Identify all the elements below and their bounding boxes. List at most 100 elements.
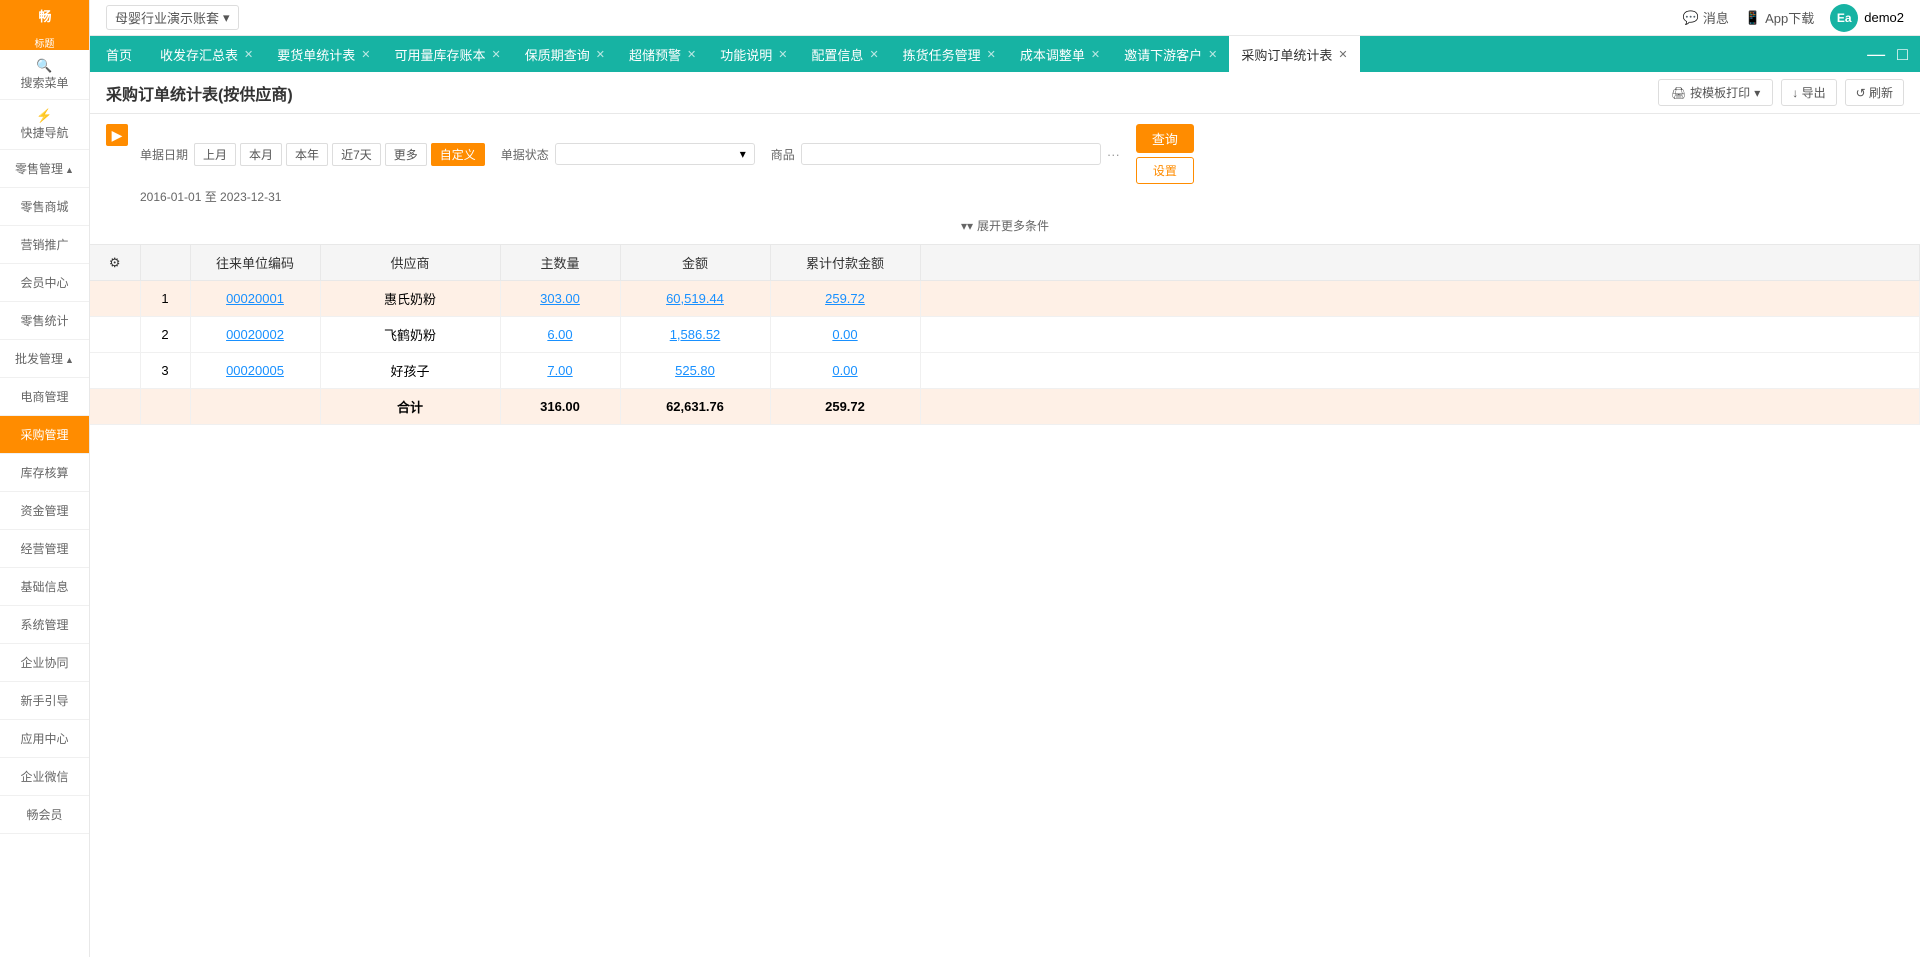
sidebar-search[interactable]: 🔍 搜索菜单 <box>0 50 89 100</box>
export-button[interactable]: ↓ 导出 <box>1781 79 1836 106</box>
message-icon: 💬 <box>1683 10 1699 26</box>
col-seq-header <box>140 245 190 281</box>
tab-close-icon[interactable]: ✕ <box>244 48 253 61</box>
row-empty-cell <box>920 353 1920 389</box>
row-code-cell[interactable]: 00020001 <box>190 281 320 317</box>
message-button[interactable]: 💬 消息 <box>1683 8 1729 27</box>
search-actions: 查询 设置 <box>1136 124 1194 184</box>
sidebar-item-enterprise[interactable]: 企业协同 <box>0 644 89 682</box>
tab-overstock[interactable]: 超储预警✕ <box>617 36 708 72</box>
sidebar-item-basic-info[interactable]: 基础信息 <box>0 568 89 606</box>
sidebar-item-retail-mall[interactable]: 零售商城 <box>0 188 89 226</box>
row-code-cell[interactable]: 00020002 <box>190 317 320 353</box>
tab-expiry[interactable]: 保质期查询✕ <box>513 36 617 72</box>
tab-close-icon[interactable]: ✕ <box>778 48 787 61</box>
tab-requisition[interactable]: 要货单统计表✕ <box>265 36 382 72</box>
tab-close-icon[interactable]: ✕ <box>1208 48 1217 61</box>
row-code-cell[interactable]: 00020005 <box>190 353 320 389</box>
date-this-month[interactable]: 本月 <box>240 143 282 166</box>
row-paid-cell[interactable]: 259.72 <box>770 281 920 317</box>
sidebar-item-retail-stats[interactable]: 零售统计 <box>0 302 89 340</box>
expand-filter-button[interactable]: ▶ <box>106 124 128 146</box>
sidebar-item-ecommerce[interactable]: 电商管理 <box>0 378 89 416</box>
tab-home[interactable]: 首页 <box>90 36 148 72</box>
sidebar-item-purchase-mgmt[interactable]: 采购管理 <box>0 416 89 454</box>
row-settings-cell <box>90 317 140 353</box>
sidebar-item-inventory[interactable]: 库存核算 <box>0 454 89 492</box>
table-container: ⚙ 往来单位编码 供应商 主数量 金额 累计付款金额 1 00020001 惠氏… <box>90 245 1920 957</box>
tab-picking[interactable]: 拣货任务管理✕ <box>891 36 1008 72</box>
goods-input[interactable] <box>801 143 1101 165</box>
sidebar-item-marketing[interactable]: 营销推广 <box>0 226 89 264</box>
sidebar-item-new-guide[interactable]: 新手引导 <box>0 682 89 720</box>
date-range-display: 2016-01-01 至 2023-12-31 <box>140 188 1904 205</box>
tab-label: 收发存汇总表 <box>160 45 238 64</box>
sidebar-label: 企业微信 <box>20 770 68 784</box>
goods-more-icon[interactable]: ··· <box>1107 147 1120 162</box>
template-print-button[interactable]: 🖨 按模板打印 ▾ <box>1658 79 1773 106</box>
message-label: 消息 <box>1703 8 1729 27</box>
tab-cost[interactable]: 成本调整单 ✕ <box>1008 36 1112 72</box>
tab-close-icon[interactable]: ✕ <box>1338 48 1347 61</box>
tab-close-icon[interactable]: ✕ <box>687 48 696 61</box>
date-last-7days[interactable]: 近7天 <box>332 143 381 166</box>
date-this-year[interactable]: 本年 <box>286 143 328 166</box>
search-button[interactable]: 查询 <box>1136 124 1194 153</box>
col-amount-header: 金额 <box>620 245 770 281</box>
sidebar-item-wholesale-mgmt[interactable]: 批发管理▲ <box>0 340 89 378</box>
date-custom[interactable]: 自定义 <box>431 143 485 166</box>
tab-label: 成本调整单 <box>1020 45 1085 64</box>
date-last-month[interactable]: 上月 <box>194 143 236 166</box>
sidebar-item-operations[interactable]: 经营管理 <box>0 530 89 568</box>
tab-help[interactable]: 功能说明✕ <box>708 36 799 72</box>
sidebar-item-system[interactable]: 系统管理 <box>0 606 89 644</box>
sidebar-item-finance[interactable]: 资金管理 <box>0 492 89 530</box>
row-paid-cell[interactable]: 0.00 <box>770 317 920 353</box>
expand-more-conditions[interactable]: ▾▾ 展开更多条件 <box>961 217 1049 234</box>
sidebar-item-member-center[interactable]: 会员中心 <box>0 264 89 302</box>
expand-down-icon: ▾▾ <box>961 219 973 233</box>
tab-close-icon[interactable]: ✕ <box>1091 48 1100 61</box>
row-qty-cell[interactable]: 303.00 <box>500 281 620 317</box>
workspace-selector[interactable]: 母婴行业演示账套 ▾ <box>106 5 239 30</box>
row-seq-cell: 3 <box>140 353 190 389</box>
row-amount-cell[interactable]: 1,586.52 <box>620 317 770 353</box>
refresh-button[interactable]: ↺ 刷新 <box>1845 79 1904 106</box>
export-icon: ↓ <box>1792 86 1798 100</box>
row-supplier-cell: 飞鹤奶粉 <box>320 317 500 353</box>
date-more[interactable]: 更多 <box>385 143 427 166</box>
maximize-icon[interactable]: □ <box>1893 44 1912 65</box>
row-amount-cell[interactable]: 525.80 <box>620 353 770 389</box>
sidebar-item-retail-mgmt[interactable]: 零售管理▲ <box>0 150 89 188</box>
settings-button[interactable]: 设置 <box>1136 157 1194 184</box>
user-profile[interactable]: Ea demo2 <box>1830 4 1904 32</box>
minimize-icon[interactable]: — <box>1863 44 1889 65</box>
tab-close-icon[interactable]: ✕ <box>987 48 996 61</box>
row-paid-cell[interactable]: 0.00 <box>770 353 920 389</box>
tab-invite[interactable]: 邀请下游客户✕ <box>1112 36 1229 72</box>
tab-close-icon[interactable]: ✕ <box>596 48 605 61</box>
row-qty-cell[interactable]: 6.00 <box>500 317 620 353</box>
tab-config[interactable]: 配置信息 ✕ <box>799 36 890 72</box>
tab-receive[interactable]: 收发存汇总表 ✕ <box>148 36 265 72</box>
tab-label: 配置信息 <box>811 45 863 64</box>
app-logo[interactable]: 畅 标题 <box>0 0 89 50</box>
header-actions: 🖨 按模板打印 ▾ ↓ 导出 ↺ 刷新 <box>1658 79 1904 106</box>
row-qty-cell[interactable]: 7.00 <box>500 353 620 389</box>
col-settings-header[interactable]: ⚙ <box>90 245 140 281</box>
sidebar-quicknav[interactable]: ⚡ 快捷导航 <box>0 100 89 150</box>
sidebar-label: 系统管理 <box>20 618 68 632</box>
sidebar-item-vip[interactable]: 畅会员 <box>0 796 89 834</box>
tab-purchase[interactable]: 采购订单统计表✕ <box>1229 36 1359 72</box>
sidebar-item-enterprise-wx[interactable]: 企业微信 <box>0 758 89 796</box>
tab-close-icon[interactable]: ✕ <box>361 48 370 61</box>
tab-close-icon[interactable]: ✕ <box>492 48 501 61</box>
sidebar-item-app-center[interactable]: 应用中心 <box>0 720 89 758</box>
status-select[interactable]: ▾ <box>555 143 755 165</box>
sidebar-label: 零售商城 <box>20 200 68 214</box>
tab-close-icon[interactable]: ✕ <box>869 48 878 61</box>
row-amount-cell[interactable]: 60,519.44 <box>620 281 770 317</box>
app-download-button[interactable]: 📱 App下载 <box>1745 8 1814 27</box>
tab-available[interactable]: 可用量库存账本✕ <box>382 36 512 72</box>
topnav-right-actions: — □ <box>1863 44 1920 65</box>
